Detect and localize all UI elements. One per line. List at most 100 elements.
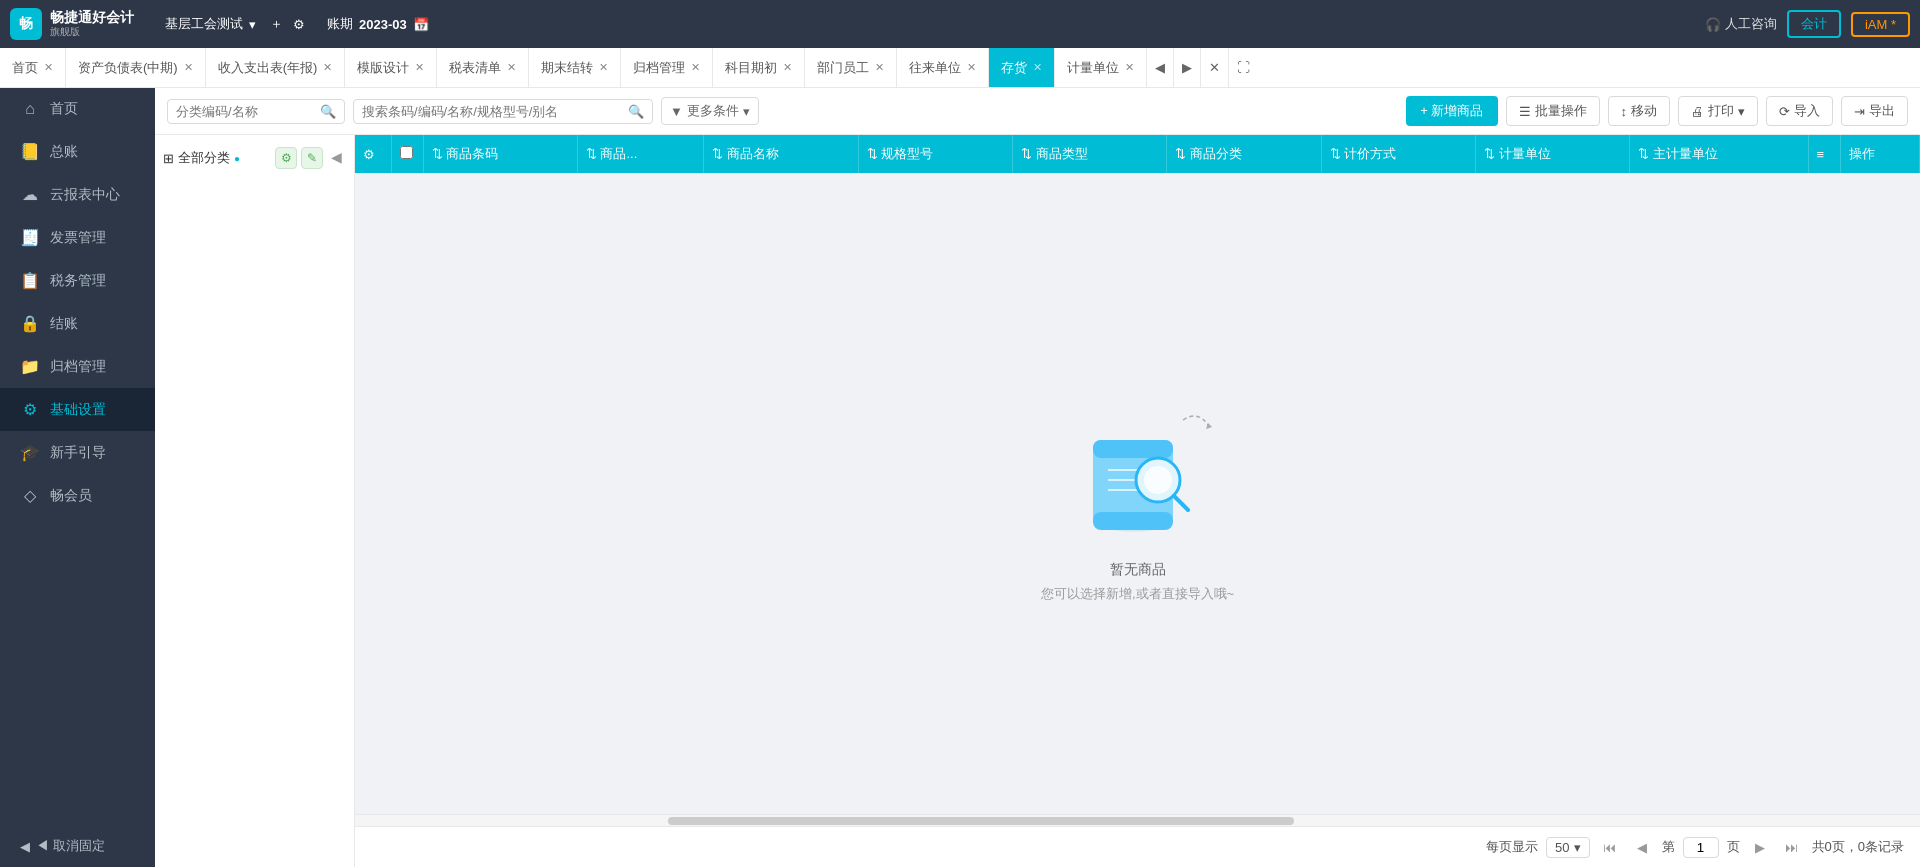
category-search-input[interactable] [176,104,316,119]
top-header: 畅 畅捷通好会计 旗舰版 基层工会测试 ▾ ＋ ⚙ 账期 2023-03 📅 🎧… [0,0,1920,48]
unpin-icon: ◀ [20,839,30,854]
th-type[interactable]: ⇅ 商品类型 [1012,135,1166,173]
per-page-select[interactable]: 50 ▾ [1546,837,1589,858]
tax-icon: 📋 [20,271,40,290]
th-price-type[interactable]: ⇅ 计价方式 [1321,135,1475,173]
tab-close-all[interactable]: ✕ [1201,48,1229,87]
first-page-btn[interactable]: ⏮ [1598,835,1622,859]
scrollbar-thumb[interactable] [668,817,1294,825]
unpin-label: ◀ 取消固定 [36,837,105,855]
table-wrapper: ⚙ ⇅ 商品条码 ⇅ 商品... [355,135,1920,867]
tab-archive[interactable]: 归档管理 ✕ [621,48,713,87]
category-edit-btn[interactable]: ✎ [301,147,323,169]
tab-tax-close[interactable]: ✕ [507,61,516,74]
settings-icon[interactable]: ⚙ [293,17,305,32]
tab-contacts-close[interactable]: ✕ [967,61,976,74]
dropdown-icon[interactable]: ▾ [249,17,256,32]
ai-consult-button[interactable]: 🎧 人工咨询 [1705,15,1777,33]
tab-archive-close[interactable]: ✕ [691,61,700,74]
tab-inventory[interactable]: 存货 ✕ [989,48,1055,87]
import-button[interactable]: ⟳ 导入 [1766,96,1833,126]
sidebar-item-member[interactable]: ◇ 畅会员 [0,474,155,517]
tab-balance[interactable]: 资产负债表(中期) ✕ [66,48,206,87]
sidebar-item-ledger[interactable]: 📒 总账 [0,130,155,173]
search-icon-left[interactable]: 🔍 [320,104,336,119]
tab-home[interactable]: 首页 ✕ [0,48,66,87]
batch-operation-button[interactable]: ☰ 批量操作 [1506,96,1600,126]
tab-scroll-left[interactable]: ◀ [1147,48,1174,87]
sidebar-item-guide[interactable]: 🎓 新手引导 [0,431,155,474]
tab-dept[interactable]: 部门员工 ✕ [805,48,897,87]
th-unit[interactable]: ⇅ 计量单位 [1475,135,1629,173]
th-code[interactable]: ⇅ 商品... [577,135,703,173]
print-button[interactable]: 🖨 打印 ▾ [1678,96,1758,126]
th-main-unit[interactable]: ⇅ 主计量单位 [1630,135,1808,173]
th-settings[interactable]: ⚙ [355,135,391,173]
tab-subject-close[interactable]: ✕ [783,61,792,74]
app-name: 畅捷通好会计 [50,9,134,26]
last-page-btn[interactable]: ⏭ [1780,835,1804,859]
empty-main-text: 暂无商品 [1110,561,1166,579]
th-barcode[interactable]: ⇅ 商品条码 [423,135,577,173]
right-main: 🔍 🔍 ▼ 更多条件 ▾ + 新增商品 ☰ 批量操作 [155,88,1920,867]
main-search-input[interactable] [362,104,624,119]
more-filter-button[interactable]: ▼ 更多条件 ▾ [661,97,759,125]
sidebar-item-close[interactable]: 🔒 结账 [0,302,155,345]
search-icon-main[interactable]: 🔍 [628,104,644,119]
sidebar-item-invoice[interactable]: 🧾 发票管理 [0,216,155,259]
prev-page-btn[interactable]: ◀ [1630,835,1654,859]
sidebar-item-settings[interactable]: ⚙ 基础设置 [0,388,155,431]
th-action: 操作 [1840,135,1919,173]
tab-subject[interactable]: 科目期初 ✕ [713,48,805,87]
tab-income[interactable]: 收入支出表(年报) ✕ [206,48,346,87]
period-label: 账期 [327,15,353,33]
tab-tax[interactable]: 税表清单 ✕ [437,48,529,87]
category-collapse-btn[interactable]: ◀ [327,147,346,169]
th-checkbox[interactable] [391,135,423,173]
move-button[interactable]: ↕ 移动 [1608,96,1671,126]
tab-unit-close[interactable]: ✕ [1125,61,1134,74]
content-toolbar: 🔍 🔍 ▼ 更多条件 ▾ + 新增商品 ☰ 批量操作 [155,88,1920,135]
th-name[interactable]: ⇅ 商品名称 [704,135,858,173]
empty-svg [1058,385,1218,545]
print-dropdown-icon: ▾ [1738,104,1745,119]
tab-period-end[interactable]: 期末结转 ✕ [529,48,621,87]
sidebar-pin-toggle[interactable]: ◀ ◀ 取消固定 [0,825,155,867]
sidebar-item-reports[interactable]: ☁ 云报表中心 [0,173,155,216]
empty-state: 暂无商品 您可以选择新增,或者直接导入哦~ [355,173,1920,814]
th-more[interactable]: ≡ [1808,135,1840,173]
th-category[interactable]: ⇅ 商品分类 [1167,135,1321,173]
add-product-button[interactable]: + 新增商品 [1406,96,1497,126]
next-page-btn[interactable]: ▶ [1748,835,1772,859]
tab-dept-close[interactable]: ✕ [875,61,884,74]
ledger-icon: 📒 [20,142,40,161]
category-settings-btn[interactable]: ⚙ [275,147,297,169]
add-icon[interactable]: ＋ [270,15,283,33]
tab-scroll-right[interactable]: ▶ [1174,48,1201,87]
tab-balance-close[interactable]: ✕ [184,61,193,74]
tab-period-end-close[interactable]: ✕ [599,61,608,74]
sidebar-item-tax[interactable]: 📋 税务管理 [0,259,155,302]
tab-unit[interactable]: 计量单位 ✕ [1055,48,1147,87]
export-button[interactable]: ⇥ 导出 [1841,96,1908,126]
sidebar-item-archive[interactable]: 📁 归档管理 [0,345,155,388]
kuaiji-button[interactable]: 会计 [1787,10,1841,38]
select-all-checkbox[interactable] [400,146,413,159]
sidebar-item-home[interactable]: ⌂ 首页 [0,88,155,130]
th-spec[interactable]: ⇅ 规格型号 [858,135,1012,173]
sidebar-ledger-label: 总账 [50,143,78,161]
all-categories-label: 全部分类 [178,149,230,167]
tab-inventory-close[interactable]: ✕ [1033,61,1042,74]
tab-expand[interactable]: ⛶ [1229,48,1258,87]
calendar-icon[interactable]: 📅 [413,17,429,32]
tab-home-close[interactable]: ✕ [44,61,53,74]
tab-template[interactable]: 模版设计 ✕ [345,48,437,87]
tab-income-close[interactable]: ✕ [323,61,332,74]
iam-button[interactable]: iAM * [1851,12,1910,37]
tab-contacts[interactable]: 往来单位 ✕ [897,48,989,87]
tab-template-close[interactable]: ✕ [415,61,424,74]
table-scroll-container[interactable]: ⚙ ⇅ 商品条码 ⇅ 商品... [355,135,1920,173]
page-number-input[interactable] [1683,837,1719,858]
table-left-panel-area: ⊞ 全部分类 ● ⚙ ✎ ◀ [155,135,1920,867]
horizontal-scrollbar[interactable] [355,814,1920,826]
